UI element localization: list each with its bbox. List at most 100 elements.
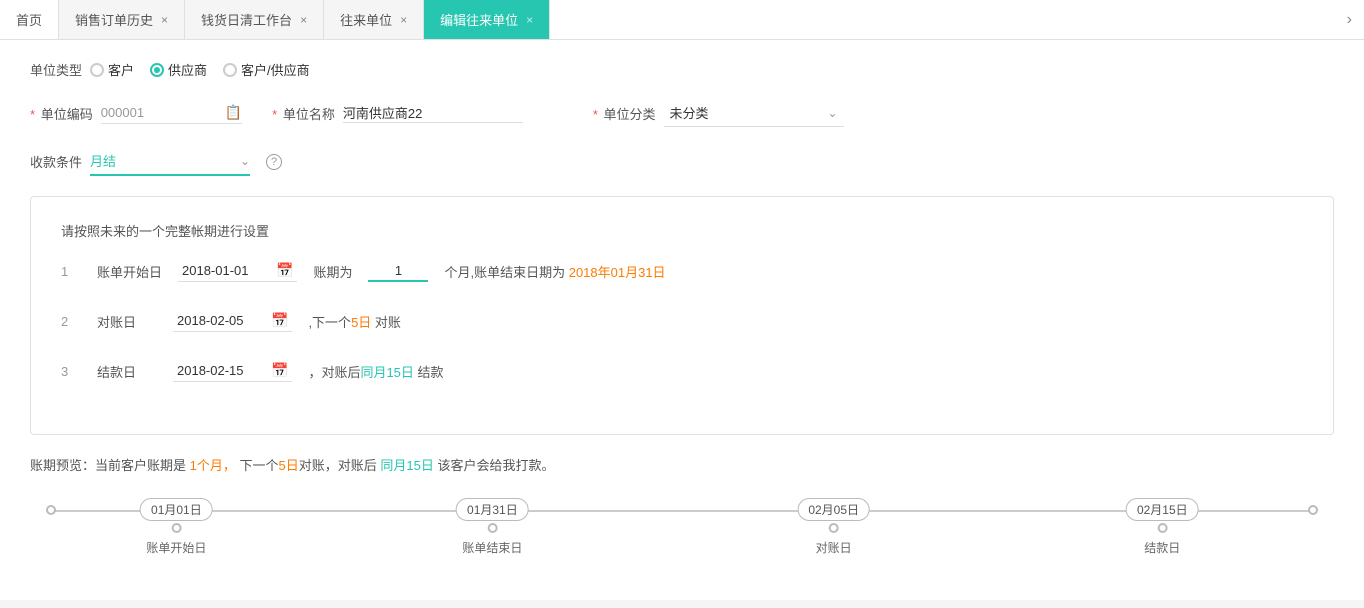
timeline-label-3: 对账日	[816, 539, 852, 556]
reconcile-highlight: 5日	[351, 315, 371, 330]
preview-payment-day: 同月15日	[380, 458, 433, 473]
timeline-dot-4	[1157, 523, 1167, 533]
chevron-down-payment-icon: ⌄	[240, 154, 250, 168]
timeline: 01月01日 账单开始日 01月31日 账单结束日 02月05日 对账日 02月…	[50, 498, 1314, 578]
unit-code-label: * 单位编码	[30, 104, 93, 123]
copy-icon[interactable]: 📋	[225, 104, 242, 121]
setting-label-1: 账单开始日	[97, 262, 162, 281]
timeline-right-end-dot	[1308, 505, 1318, 515]
setting-index-3: 3	[61, 364, 81, 379]
radio-label-customer: 客户	[108, 60, 134, 79]
unit-type-row: 单位类型 客户 供应商 客户/供应商	[30, 60, 1334, 79]
timeline-badge-1: 01月01日	[140, 498, 213, 521]
preview-period: 1个月，	[190, 458, 236, 473]
unit-code-input-wrap: 📋	[101, 102, 242, 124]
unit-category-select[interactable]: 未分类 ⌄	[664, 99, 844, 127]
setting-label-3: 结款日	[97, 362, 157, 381]
tab-close-sales-history[interactable]: ×	[161, 13, 168, 27]
required-star-category: *	[593, 107, 598, 122]
period-input[interactable]	[368, 261, 428, 282]
payment-date-input[interactable]	[177, 363, 267, 378]
payment-condition-select[interactable]: 月结 ⌄	[90, 147, 250, 176]
reconcile-desc: ,下一个5日 对账	[308, 312, 401, 331]
radio-both[interactable]: 客户/供应商	[223, 60, 310, 79]
tab-bar: 首页 销售订单历史 × 钱货日清工作台 × 往来单位 × 编辑往来单位 × ›	[0, 0, 1364, 40]
payment-condition-value: 月结	[90, 151, 240, 170]
tab-edit-partner[interactable]: 编辑往来单位 ×	[424, 0, 550, 39]
preview-section: 账期预览：当前客户账期是 1个月， 下一个5日对账，对账后 同月15日 该客户会…	[30, 455, 1334, 578]
radio-label-supplier: 供应商	[168, 60, 207, 79]
setting-row-3: 3 结款日 📅 ，对账后同月15日 结款	[61, 360, 1303, 382]
calendar-icon-2[interactable]: 📅	[271, 312, 288, 329]
main-content: 单位类型 客户 供应商 客户/供应商 * 单位编码	[0, 40, 1364, 600]
help-icon[interactable]: ?	[266, 154, 282, 170]
payment-condition-row: 收款条件 月结 ⌄ ?	[30, 147, 1334, 176]
radio-circle-both	[223, 63, 237, 77]
start-date-input-wrap: 📅	[178, 260, 297, 282]
timeline-point-2: 01月31日 账单结束日	[456, 498, 529, 556]
start-date-input[interactable]	[182, 263, 272, 278]
calendar-icon-1[interactable]: 📅	[276, 262, 293, 279]
timeline-point-1: 01月01日 账单开始日	[140, 498, 213, 556]
unit-type-label: 单位类型	[30, 60, 82, 79]
timeline-badge-2: 01月31日	[456, 498, 529, 521]
timeline-left-end-dot	[46, 505, 56, 515]
required-star-code: *	[30, 107, 35, 122]
timeline-dot-3	[829, 523, 839, 533]
tab-partner-units[interactable]: 往来单位 ×	[324, 0, 424, 39]
timeline-dot-1	[171, 523, 181, 533]
tab-cash-workbench[interactable]: 钱货日清工作台 ×	[185, 0, 324, 39]
radio-circle-customer	[90, 63, 104, 77]
radio-circle-supplier	[150, 63, 164, 77]
setting-row-1: 1 账单开始日 📅 账期为 个月,账单结束日期为 2018年01月31日	[61, 260, 1303, 282]
preview-reconcile-day: 5日	[279, 458, 299, 473]
setting-label-2: 对账日	[97, 312, 157, 331]
timeline-dot-2	[487, 523, 497, 533]
unit-name-label: * 单位名称	[272, 104, 335, 123]
timeline-label-1: 账单开始日	[146, 539, 206, 556]
unit-category-value: 未分类	[670, 103, 709, 122]
timeline-line	[50, 510, 1314, 512]
setting-index-1: 1	[61, 264, 81, 279]
unit-name-input-wrap	[343, 103, 523, 123]
setting-index-2: 2	[61, 314, 81, 329]
radio-customer[interactable]: 客户	[90, 60, 134, 79]
unit-name-input[interactable]	[343, 105, 523, 120]
period-desc-unit: 个月,账单结束日期为 2018年01月31日	[444, 262, 665, 281]
payment-condition-label: 收款条件	[30, 152, 82, 171]
reconcile-date-input[interactable]	[177, 313, 267, 328]
reconcile-date-input-wrap: 📅	[173, 310, 292, 332]
tab-close-edit-partner[interactable]: ×	[526, 13, 533, 27]
unit-name-group: * 单位名称	[272, 103, 523, 123]
tab-home[interactable]: 首页	[0, 0, 59, 39]
chevron-down-icon: ⌄	[827, 106, 837, 120]
timeline-badge-3: 02月05日	[797, 498, 870, 521]
required-star-name: *	[272, 107, 277, 122]
unit-code-group: * 单位编码 📋	[30, 102, 242, 124]
calendar-icon-3[interactable]: 📅	[271, 362, 288, 379]
settings-title: 请按照未来的一个完整帐期进行设置	[61, 221, 1303, 240]
unit-info-row: * 单位编码 📋 * 单位名称 * 单位分类 未分类	[30, 99, 1334, 127]
tab-sales-history[interactable]: 销售订单历史 ×	[59, 0, 185, 39]
unit-code-input[interactable]	[101, 105, 221, 120]
timeline-point-3: 02月05日 对账日	[797, 498, 870, 556]
period-end-date: 2018年01月31日	[569, 265, 666, 280]
settings-box: 请按照未来的一个完整帐期进行设置 1 账单开始日 📅 账期为 个月,账单结束日期…	[30, 196, 1334, 435]
radio-label-both: 客户/供应商	[241, 60, 310, 79]
radio-supplier[interactable]: 供应商	[150, 60, 207, 79]
preview-text: 账期预览：当前客户账期是 1个月， 下一个5日对账，对账后 同月15日 该客户会…	[30, 455, 1334, 474]
payment-desc: ，对账后同月15日 结款	[308, 362, 443, 381]
unit-category-label: * 单位分类	[593, 104, 656, 123]
setting-row-2: 2 对账日 📅 ,下一个5日 对账	[61, 310, 1303, 332]
payment-date-input-wrap: 📅	[173, 360, 292, 382]
unit-category-group: * 单位分类 未分类 ⌄	[593, 99, 844, 127]
timeline-badge-4: 02月15日	[1126, 498, 1199, 521]
timeline-label-2: 账单结束日	[462, 539, 522, 556]
tab-close-cash-workbench[interactable]: ×	[300, 13, 307, 27]
tab-close-partner-units[interactable]: ×	[400, 13, 407, 27]
unit-type-group: 单位类型 客户 供应商 客户/供应商	[30, 60, 310, 79]
payment-condition-group: 收款条件 月结 ⌄ ?	[30, 147, 282, 176]
period-desc-prefix: 账期为	[313, 262, 352, 281]
tab-more-button[interactable]: ›	[1335, 0, 1364, 39]
timeline-point-4: 02月15日 结款日	[1126, 498, 1199, 556]
